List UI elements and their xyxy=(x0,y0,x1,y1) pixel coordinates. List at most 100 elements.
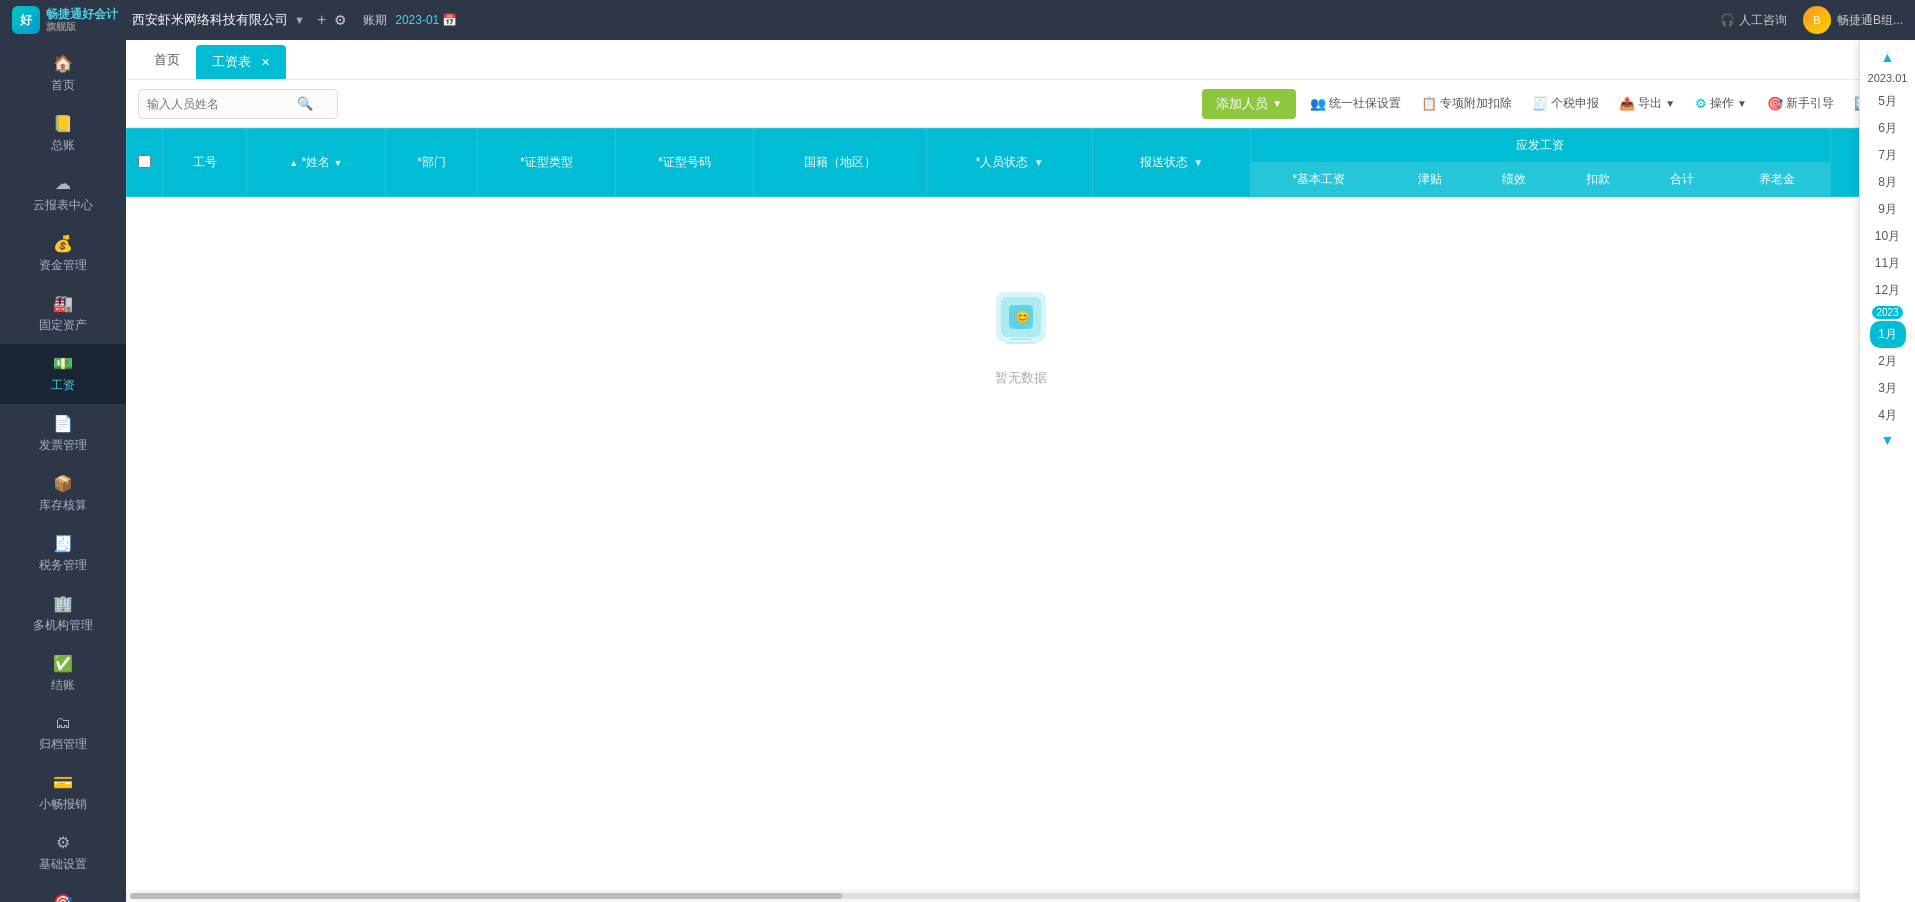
sort-up-icon: ▲ xyxy=(289,158,298,168)
th-status-label: *人员状态 xyxy=(976,155,1029,169)
sidebar-item-multi-org[interactable]: 🏢 多机构管理 xyxy=(0,584,126,644)
th-status[interactable]: *人员状态 ▼ xyxy=(927,129,1093,197)
export-button[interactable]: 📤 导出 ▼ xyxy=(1613,91,1681,116)
empty-illustration: 😊 xyxy=(981,277,1061,357)
sidebar-item-home[interactable]: 🏠 首页 xyxy=(0,44,126,104)
month-item-4[interactable]: 4月 xyxy=(1860,402,1915,429)
month-up-arrow[interactable]: ▲ xyxy=(1878,46,1898,68)
content-area: 首页 工资表 ✕ 🔍 添加人员 ▼ 👥 统一社保设置 xyxy=(126,40,1915,902)
sidebar-item-settlement[interactable]: ✅ 结账 xyxy=(0,644,126,704)
operations-button[interactable]: ⚙ 操作 ▼ xyxy=(1689,91,1753,116)
th-nationality: 国籍（地区） xyxy=(753,129,927,197)
add-chevron-icon: ▼ xyxy=(1272,98,1282,109)
special-deduction-button[interactable]: 📋 专项附加扣除 xyxy=(1415,91,1518,116)
month-item-5[interactable]: 5月 xyxy=(1860,88,1915,115)
service-button[interactable]: 🎧 人工咨询 xyxy=(1720,12,1787,29)
month-item-12[interactable]: 12月 xyxy=(1860,277,1915,304)
th-deduction-label: 扣款 xyxy=(1586,172,1610,186)
select-all-checkbox[interactable] xyxy=(138,155,151,168)
report-filter-icon[interactable]: ▼ xyxy=(1193,157,1203,168)
th-number-label: 工号 xyxy=(193,155,217,169)
period-value[interactable]: 2023-01 📅 xyxy=(395,13,457,27)
th-deduction: 扣款 xyxy=(1556,163,1640,197)
header-right: 🎧 人工咨询 B 畅捷通B组... xyxy=(1720,6,1903,34)
operations-icon: ⚙ xyxy=(1695,96,1707,111)
month-item-7[interactable]: 7月 xyxy=(1860,142,1915,169)
th-nationality-label: 国籍（地区） xyxy=(804,155,876,169)
fund-icon: 💰 xyxy=(53,234,73,253)
year-2023-badge: 2023 xyxy=(1872,306,1902,319)
add-company-button[interactable]: + xyxy=(317,11,326,29)
user-area[interactable]: B 畅捷通B组... xyxy=(1803,6,1903,34)
sidebar-item-guide[interactable]: 🎯 新手引导 xyxy=(0,883,126,902)
logo-area: 好 畅捷通好会计 旗舰版 xyxy=(12,6,132,34)
settings-button[interactable]: ⚙ xyxy=(334,12,347,28)
service-label: 人工咨询 xyxy=(1739,12,1787,29)
month-item-1-active[interactable]: 1月 xyxy=(1870,321,1906,348)
checkbox-header[interactable] xyxy=(127,129,163,197)
horizontal-scrollbar[interactable] xyxy=(126,890,1915,902)
app-logo: 好 xyxy=(12,6,40,34)
sidebar-item-fixed-assets[interactable]: 🏭 固定资产 xyxy=(0,284,126,344)
inventory-icon: 📦 xyxy=(53,474,73,493)
month-item-10[interactable]: 10月 xyxy=(1860,223,1915,250)
tab-home[interactable]: 首页 xyxy=(138,43,196,79)
sidebar-item-fund[interactable]: 💰 资金管理 xyxy=(0,224,126,284)
sidebar-label-home: 首页 xyxy=(51,77,75,94)
sidebar-item-inventory[interactable]: 📦 库存核算 xyxy=(0,464,126,524)
sidebar-item-basic[interactable]: ⚙ 基础设置 xyxy=(0,823,126,883)
scrollbar-thumb[interactable] xyxy=(130,893,842,899)
guide-button[interactable]: 🎯 新手引导 xyxy=(1761,91,1840,116)
sidebar-label-ledger: 总账 xyxy=(51,137,75,154)
header-actions: + ⚙ 账期 2023-01 📅 xyxy=(317,11,457,29)
month-item-6[interactable]: 6月 xyxy=(1860,115,1915,142)
month-item-9[interactable]: 9月 xyxy=(1860,196,1915,223)
social-security-icon: 👥 xyxy=(1310,96,1326,111)
tax-icon: 🧾 xyxy=(53,534,73,553)
th-pension-label: 养老金 xyxy=(1759,172,1795,186)
tax-report-icon: 🧾 xyxy=(1532,96,1548,111)
sidebar-item-tax[interactable]: 🧾 税务管理 xyxy=(0,524,126,584)
sidebar-label-fund: 资金管理 xyxy=(39,257,87,274)
search-input[interactable] xyxy=(147,97,297,111)
th-pension: 养老金 xyxy=(1724,163,1830,197)
status-filter-icon[interactable]: ▼ xyxy=(1034,157,1044,168)
th-report-status[interactable]: 报送状态 ▼ xyxy=(1093,129,1250,197)
gear-icon: ⚙ xyxy=(334,12,347,28)
th-basic-salary: *基本工资 xyxy=(1250,163,1388,197)
month-item-8[interactable]: 8月 xyxy=(1860,169,1915,196)
month-down-arrow[interactable]: ▼ xyxy=(1878,429,1898,451)
th-basic-label: *基本工资 xyxy=(1293,172,1346,186)
sidebar-item-archive[interactable]: 🗂 归档管理 xyxy=(0,704,126,763)
tax-report-button[interactable]: 🧾 个税申报 xyxy=(1526,91,1605,116)
export-label: 导出 xyxy=(1638,95,1662,112)
tab-salary-table[interactable]: 工资表 ✕ xyxy=(196,45,286,79)
th-id-type-label: *证型类型 xyxy=(520,155,573,169)
sidebar-label-org: 多机构管理 xyxy=(33,617,93,634)
add-person-button[interactable]: 添加人员 ▼ xyxy=(1202,89,1296,119)
month-item-3[interactable]: 3月 xyxy=(1860,375,1915,402)
company-selector[interactable]: 西安虾米网络科技有限公司 ▼ xyxy=(132,11,305,29)
sidebar-label-invoice: 发票管理 xyxy=(39,437,87,454)
month-item-11[interactable]: 11月 xyxy=(1860,250,1915,277)
sidebar-item-ledger[interactable]: 📒 总账 xyxy=(0,104,126,164)
cloud-icon: ☁ xyxy=(55,174,71,193)
guide-label: 新手引导 xyxy=(1786,95,1834,112)
social-security-button[interactable]: 👥 统一社保设置 xyxy=(1304,91,1407,116)
tab-salary-label: 工资表 xyxy=(212,54,251,69)
tab-close-icon[interactable]: ✕ xyxy=(261,56,270,68)
main-layout: 🏠 首页 📒 总账 ☁ 云报表中心 💰 资金管理 🏭 固定资产 💵 工资 📄 发… xyxy=(0,40,1915,902)
table-body: 😊 暂无数据 xyxy=(127,197,1915,468)
sidebar-item-salary[interactable]: 💵 工资 xyxy=(0,344,126,404)
sidebar-item-expense[interactable]: 💳 小畅报销 xyxy=(0,763,126,823)
th-name-label: *姓名 xyxy=(301,155,330,169)
sidebar-item-cloud-report[interactable]: ☁ 云报表中心 xyxy=(0,164,126,224)
expense-icon: 💳 xyxy=(53,773,73,792)
th-performance-label: 绩效 xyxy=(1502,172,1526,186)
scrollbar-track xyxy=(130,893,1911,899)
sidebar-label-cloud: 云报表中心 xyxy=(33,197,93,214)
month-item-2[interactable]: 2月 xyxy=(1860,348,1915,375)
sidebar-item-invoice[interactable]: 📄 发票管理 xyxy=(0,404,126,464)
search-icon: 🔍 xyxy=(297,96,313,111)
table-header-row: 工号 ▲ *姓名 ▼ *部门 *证型类型 xyxy=(127,129,1915,163)
